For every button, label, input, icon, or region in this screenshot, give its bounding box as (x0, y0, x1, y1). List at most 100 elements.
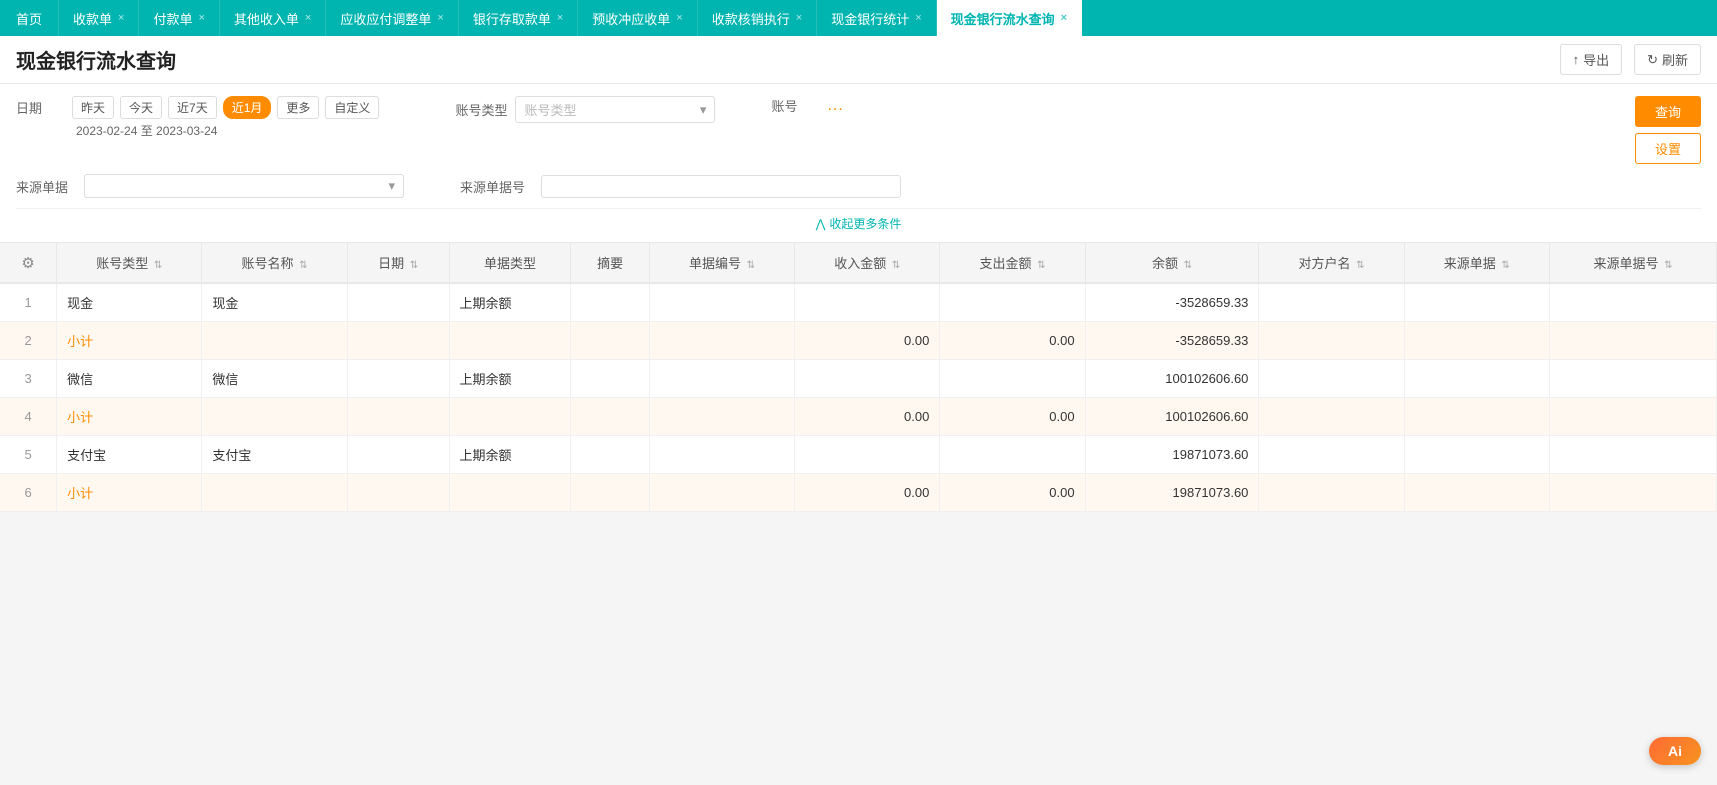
export-icon: ↑ (1573, 52, 1580, 67)
table-row: 3微信微信上期余额100102606.60 (0, 360, 1717, 398)
date-options: 昨天 今天 近7天 近1月 更多 自定义 (72, 96, 379, 119)
cell-account-type: 支付宝 (57, 436, 202, 474)
cell-source-doc-no (1549, 283, 1716, 322)
cell-balance: 19871073.60 (1085, 436, 1259, 474)
cell-doc-no (649, 360, 794, 398)
date-btn-today[interactable]: 今天 (120, 96, 162, 119)
date-btn-custom[interactable]: 自定义 (325, 96, 379, 119)
date-btn-1month[interactable]: 近1月 (223, 96, 272, 119)
table-settings-icon[interactable]: ⚙ (21, 255, 34, 272)
close-tab-7-icon[interactable]: × (915, 12, 921, 24)
col-income[interactable]: 收入金额 ⇅ (795, 243, 940, 283)
close-tab-2-icon[interactable]: × (305, 12, 311, 24)
col-account-type[interactable]: 账号类型 ⇅ (57, 243, 202, 283)
col-date[interactable]: 日期 ⇅ (347, 243, 449, 283)
col-doc-type[interactable]: 单据类型 (449, 243, 571, 283)
date-range-display: 2023-02-24 至 2023-03-24 (76, 124, 217, 138)
cell-doc-type: 上期余额 (449, 360, 571, 398)
ai-badge[interactable]: Ai (1649, 737, 1701, 765)
close-tab-6-icon[interactable]: × (796, 12, 802, 24)
cell-doc-no (649, 398, 794, 436)
table-row: 5支付宝支付宝上期余额19871073.60 (0, 436, 1717, 474)
col-counter-party-label: 对方户名 (1299, 256, 1351, 271)
col-doc-type-label: 单据类型 (484, 256, 536, 271)
refresh-button[interactable]: ↻ 刷新 (1634, 44, 1701, 75)
date-btn-yesterday[interactable]: 昨天 (72, 96, 114, 119)
col-settings[interactable]: ⚙ (0, 243, 57, 283)
col-account-name-label: 账号名称 (242, 256, 294, 271)
account-filter: 账号 ... (771, 96, 851, 115)
row-num: 5 (0, 436, 57, 474)
header-actions: ↑ 导出 ↻ 刷新 (1560, 44, 1701, 75)
nav-tab-0[interactable]: 收款单 × (59, 0, 139, 36)
account-type-filter: 账号类型 账号类型 ▾ (455, 96, 715, 123)
account-more-icon[interactable]: ... (827, 97, 843, 115)
sort-source-doc-no-icon: ⇅ (1664, 260, 1672, 271)
collapse-filter-row[interactable]: ⋀ 收起更多条件 (16, 208, 1701, 238)
source-doc-no-input[interactable] (541, 175, 901, 198)
close-tab-0-icon[interactable]: × (118, 12, 124, 24)
collapse-icon: ⋀ (816, 217, 826, 231)
source-doc-label: 来源单据 (16, 177, 68, 196)
close-tab-3-icon[interactable]: × (437, 12, 443, 24)
cell-account-name: 微信 (202, 360, 347, 398)
cell-account-type: 小计 (57, 322, 202, 360)
cell-expense (940, 360, 1085, 398)
date-btn-7days[interactable]: 近7天 (168, 96, 217, 119)
cell-source-doc (1404, 360, 1549, 398)
row-num: 6 (0, 474, 57, 512)
close-tab-4-icon[interactable]: × (557, 12, 563, 24)
close-tab-1-icon[interactable]: × (198, 12, 204, 24)
col-expense[interactable]: 支出金额 ⇅ (940, 243, 1085, 283)
row-num: 3 (0, 360, 57, 398)
sort-expense-icon: ⇅ (1037, 260, 1045, 271)
col-summary[interactable]: 摘要 (571, 243, 649, 283)
nav-tab-4[interactable]: 银行存取款单 × (459, 0, 578, 36)
nav-tab-1[interactable]: 付款单 × (139, 0, 219, 36)
cell-date (347, 283, 449, 322)
close-tab-8-icon[interactable]: × (1061, 12, 1067, 24)
query-button[interactable]: 查询 (1635, 96, 1701, 127)
cell-expense: 0.00 (940, 398, 1085, 436)
cell-summary (571, 322, 649, 360)
refresh-icon: ↻ (1647, 52, 1658, 68)
nav-tab-2[interactable]: 其他收入单 × (220, 0, 326, 36)
export-button[interactable]: ↑ 导出 (1560, 44, 1623, 75)
nav-home[interactable]: 首页 (0, 0, 59, 36)
cell-summary (571, 436, 649, 474)
col-source-doc[interactable]: 来源单据 ⇅ (1404, 243, 1549, 283)
close-tab-5-icon[interactable]: × (676, 12, 682, 24)
sort-source-doc-icon: ⇅ (1501, 260, 1509, 271)
nav-tab-3[interactable]: 应收应付调整单 × (326, 0, 458, 36)
cell-counter-party (1259, 474, 1404, 512)
cell-counter-party (1259, 436, 1404, 474)
col-account-name[interactable]: 账号名称 ⇅ (202, 243, 347, 283)
settings-button[interactable]: 设置 (1635, 133, 1701, 164)
cell-doc-no (649, 283, 794, 322)
date-btn-more[interactable]: 更多 (277, 96, 319, 119)
col-source-doc-no[interactable]: 来源单据号 ⇅ (1549, 243, 1716, 283)
col-counter-party[interactable]: 对方户名 ⇅ (1259, 243, 1404, 283)
data-table: ⚙ 账号类型 ⇅ 账号名称 ⇅ 日期 ⇅ 单据类型 摘要 (0, 243, 1717, 512)
source-doc-no-label: 来源单据号 (460, 177, 525, 196)
cell-counter-party (1259, 283, 1404, 322)
nav-tab-5[interactable]: 预收冲应收单 × (578, 0, 697, 36)
cell-summary (571, 474, 649, 512)
table-row: 4小计0.000.00100102606.60 (0, 398, 1717, 436)
page-header: 现金银行流水查询 ↑ 导出 ↻ 刷新 (0, 36, 1717, 84)
account-type-select[interactable]: 账号类型 ▾ (515, 96, 715, 123)
cell-account-name (202, 474, 347, 512)
sort-account-type-icon: ⇅ (154, 260, 162, 271)
filter-row-2: 来源单据 ▾ 来源单据号 (16, 174, 1701, 198)
nav-tab-8[interactable]: 现金银行流水查询 × (937, 0, 1082, 36)
nav-tab-6[interactable]: 收款核销执行 × (698, 0, 817, 36)
source-doc-select[interactable]: ▾ (84, 174, 404, 198)
col-balance[interactable]: 余额 ⇅ (1085, 243, 1259, 283)
nav-tab-7[interactable]: 现金银行统计 × (817, 0, 936, 36)
cell-summary (571, 283, 649, 322)
cell-source-doc-no (1549, 398, 1716, 436)
cell-doc-no (649, 474, 794, 512)
cell-date (347, 322, 449, 360)
col-doc-no[interactable]: 单据编号 ⇅ (649, 243, 794, 283)
cell-account-type: 小计 (57, 474, 202, 512)
